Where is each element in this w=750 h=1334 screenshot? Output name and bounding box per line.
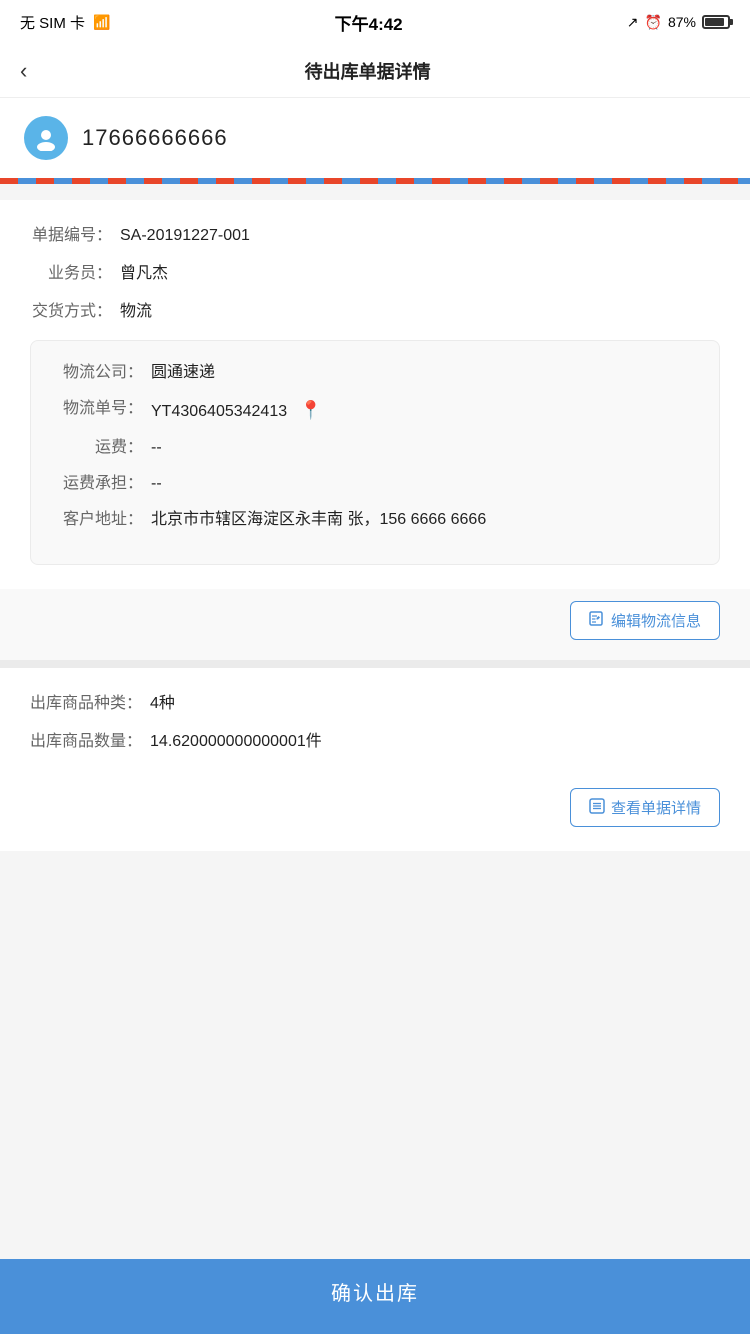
logistics-company-row: 物流公司： 圆通速递 bbox=[61, 361, 689, 385]
delivery-method-row: 交货方式： 物流 bbox=[30, 300, 720, 324]
customer-row: 17666666666 bbox=[0, 98, 750, 178]
document-no-row: 单据编号： SA-20191227-001 bbox=[30, 224, 720, 248]
dashed-divider bbox=[0, 178, 750, 184]
carrier-label: 无 SIM 卡 bbox=[20, 12, 85, 33]
nav-bar: ‹ 待出库单据详情 bbox=[0, 44, 750, 98]
goods-section: 出库商品种类： 4种 出库商品数量： 14.620000000000001件 bbox=[0, 668, 750, 778]
freight-bearer-value: -- bbox=[151, 472, 689, 496]
tracking-label: 物流单号： bbox=[61, 397, 151, 421]
goods-quantity-label: 出库商品数量： bbox=[30, 730, 150, 754]
edit-logistics-row: 编辑物流信息 bbox=[0, 589, 750, 660]
delivery-method-label: 交货方式： bbox=[30, 300, 120, 324]
address-row: 客户地址： 北京市市辖区海淀区永丰南 张，156 6666 6666 bbox=[61, 508, 689, 532]
status-left: 无 SIM 卡 📶 bbox=[20, 12, 110, 33]
goods-quantity-row: 出库商品数量： 14.620000000000001件 bbox=[30, 730, 720, 754]
order-info-section: 单据编号： SA-20191227-001 业务员： 曾凡杰 交货方式： 物流 … bbox=[0, 200, 750, 589]
battery-percent: 87% bbox=[668, 14, 696, 30]
status-time: 下午4:42 bbox=[335, 10, 403, 35]
confirm-button[interactable]: 确认出库 bbox=[0, 1277, 750, 1306]
location-icon: ↗ bbox=[627, 14, 639, 31]
section-separator bbox=[0, 660, 750, 668]
view-detail-button[interactable]: 查看单据详情 bbox=[570, 788, 720, 827]
tracking-value: YT4306405342413 📍 bbox=[151, 397, 689, 424]
logistics-card: 物流公司： 圆通速递 物流单号： YT4306405342413 📍 运费： -… bbox=[30, 340, 720, 565]
location-track-icon[interactable]: 📍 bbox=[300, 400, 322, 420]
bottom-spacer bbox=[0, 851, 750, 971]
edit-logistics-button[interactable]: 编辑物流信息 bbox=[570, 601, 720, 640]
freight-row: 运费： -- bbox=[61, 436, 689, 460]
back-button[interactable]: ‹ bbox=[20, 52, 35, 90]
goods-type-label: 出库商品种类： bbox=[30, 692, 150, 716]
tracking-number-row: 物流单号： YT4306405342413 📍 bbox=[61, 397, 689, 424]
wifi-icon: 📶 bbox=[93, 14, 110, 31]
freight-bearer-label: 运费承担： bbox=[61, 472, 151, 496]
alarm-icon: ⏰ bbox=[645, 14, 662, 31]
detail-icon bbox=[589, 798, 605, 818]
status-bar: 无 SIM 卡 📶 下午4:42 ↗ ⏰ 87% bbox=[0, 0, 750, 44]
edit-icon bbox=[589, 611, 605, 631]
edit-logistics-label: 编辑物流信息 bbox=[611, 610, 701, 631]
view-detail-row: 查看单据详情 bbox=[0, 778, 750, 851]
address-value: 北京市市辖区海淀区永丰南 张，156 6666 6666 bbox=[151, 508, 689, 532]
document-no-label: 单据编号： bbox=[30, 224, 120, 248]
goods-type-row: 出库商品种类： 4种 bbox=[30, 692, 720, 716]
document-no-value: SA-20191227-001 bbox=[120, 224, 720, 248]
freight-bearer-row: 运费承担： -- bbox=[61, 472, 689, 496]
sales-person-value: 曾凡杰 bbox=[120, 262, 720, 286]
delivery-method-value: 物流 bbox=[120, 300, 720, 324]
battery-icon bbox=[702, 15, 730, 29]
freight-label: 运费： bbox=[61, 436, 151, 460]
address-label: 客户地址： bbox=[61, 508, 151, 532]
sales-person-label: 业务员： bbox=[30, 262, 120, 286]
logistics-company-value: 圆通速递 bbox=[151, 361, 689, 385]
confirm-area: 确认出库 bbox=[0, 1259, 750, 1334]
status-right: ↗ ⏰ 87% bbox=[627, 14, 730, 31]
logistics-company-label: 物流公司： bbox=[61, 361, 151, 385]
customer-phone: 17666666666 bbox=[82, 125, 228, 151]
sales-person-row: 业务员： 曾凡杰 bbox=[30, 262, 720, 286]
freight-value: -- bbox=[151, 436, 689, 460]
goods-type-value: 4种 bbox=[150, 692, 720, 716]
page-title: 待出库单据详情 bbox=[35, 58, 700, 84]
view-detail-label: 查看单据详情 bbox=[611, 797, 701, 818]
goods-quantity-value: 14.620000000000001件 bbox=[150, 730, 720, 754]
avatar bbox=[24, 116, 68, 160]
